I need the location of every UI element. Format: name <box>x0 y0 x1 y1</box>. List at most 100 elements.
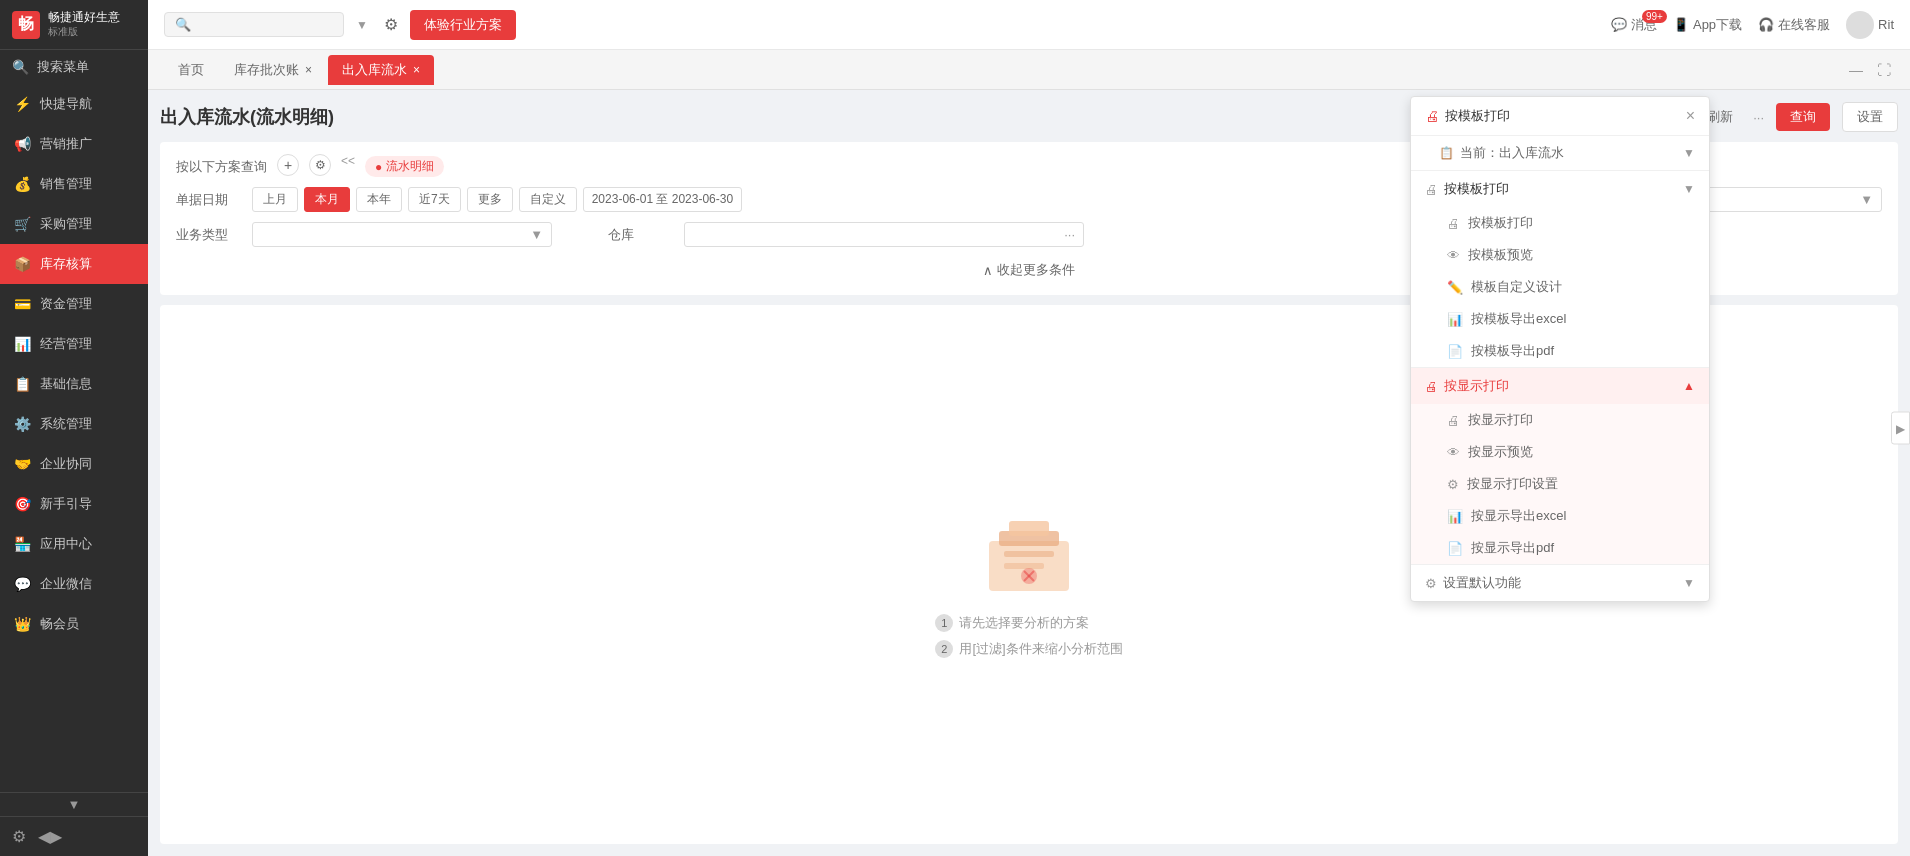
dropdown-header: 🖨 按模板打印 × <box>1411 97 1709 136</box>
sidebar-item-collab[interactable]: 🤝 企业协同 <box>0 444 148 484</box>
filter-date-last-month[interactable]: 上月 <box>252 187 298 212</box>
display-settings-icon: ⚙ <box>1447 477 1459 492</box>
topbar-search-box[interactable]: 🔍 <box>164 12 344 37</box>
tab-flow[interactable]: 出入库流水 × <box>328 55 434 85</box>
topbar-chevron-icon[interactable]: ▼ <box>356 18 368 32</box>
filter-warehouse-field[interactable] <box>693 227 1064 242</box>
tab-batch-account-label: 库存批次账 <box>234 61 299 79</box>
filter-date-more[interactable]: 更多 <box>467 187 513 212</box>
tab-batch-account-close[interactable]: × <box>305 63 312 77</box>
filter-date-this-year[interactable]: 本年 <box>356 187 402 212</box>
tab-home[interactable]: 首页 <box>164 55 218 85</box>
filter-type-chevron: ▼ <box>1860 192 1873 207</box>
template-pdf-item[interactable]: 📄 按模板导出pdf <box>1411 335 1709 367</box>
template-items: 🖨 按模板打印 👁 按模板预览 ✏️ 模板自定义设计 📊 按模板导出excel <box>1411 207 1709 367</box>
print-dropdown-panel: 🖨 按模板打印 × 📋 当前：出入库流水 ▼ 🖨 按模板打印 <box>1410 96 1710 602</box>
trial-button[interactable]: 体验行业方案 <box>410 10 516 40</box>
template-print-label: 按模板打印 <box>1468 214 1533 232</box>
dropdown-current[interactable]: 📋 当前：出入库流水 ▼ <box>1411 136 1709 171</box>
display-excel-item[interactable]: 📊 按显示导出excel <box>1411 500 1709 532</box>
template-section-header[interactable]: 🖨 按模板打印 ▼ <box>1411 171 1709 207</box>
sidebar-item-wechat[interactable]: 💬 企业微信 <box>0 564 148 604</box>
sidebar-item-system[interactable]: ⚙️ 系统管理 <box>0 404 148 444</box>
sidebar-item-sales[interactable]: 💰 销售管理 <box>0 164 148 204</box>
sidebar-search-menu[interactable]: 🔍 搜索菜单 <box>0 50 148 84</box>
topbar-gear-icon[interactable]: ⚙ <box>384 15 398 34</box>
refresh-label: 刷新 <box>1707 108 1733 126</box>
filter-date-7days[interactable]: 近7天 <box>408 187 461 212</box>
operation-icon: 📊 <box>12 334 32 354</box>
online-service-btn[interactable]: 🎧 在线客服 <box>1758 16 1830 34</box>
display-section-header[interactable]: 🖨 按显示打印 ▲ <box>1411 368 1709 404</box>
wechat-icon: 💬 <box>12 574 32 594</box>
template-excel-item[interactable]: 📊 按模板导出excel <box>1411 303 1709 335</box>
settings-icon[interactable]: ⚙ <box>12 827 26 846</box>
display-print-settings-item[interactable]: ⚙ 按显示打印设置 <box>1411 468 1709 500</box>
tip-num-1: 1 <box>935 614 953 632</box>
filter-collapse-btn[interactable]: << <box>341 154 355 168</box>
sidebar-item-quick-nav[interactable]: ⚡ 快捷导航 <box>0 84 148 124</box>
app-download-btn[interactable]: 📱 App下载 <box>1673 16 1742 34</box>
sidebar-item-purchase[interactable]: 🛒 采购管理 <box>0 204 148 244</box>
query-button[interactable]: 查询 <box>1776 103 1830 131</box>
marketing-icon: 📢 <box>12 134 32 154</box>
sidebar-item-basic[interactable]: 📋 基础信息 <box>0 364 148 404</box>
display-print-label: 按显示打印 <box>1468 411 1533 429</box>
settings-button[interactable]: 设置 <box>1842 102 1898 132</box>
side-collapse-btn[interactable]: ▶ <box>1891 412 1910 445</box>
more-actions-icon[interactable]: ··· <box>1753 110 1764 125</box>
expand-icon[interactable]: ◀▶ <box>38 827 62 846</box>
filter-date-custom[interactable]: 自定义 <box>519 187 577 212</box>
window-expand-btn[interactable]: ⛶ <box>1874 60 1894 80</box>
sidebar-item-operation[interactable]: 📊 经营管理 <box>0 324 148 364</box>
search-icon: 🔍 <box>12 59 29 75</box>
filter-warehouse-input[interactable]: ··· <box>684 222 1084 247</box>
message-btn[interactable]: 💬 消息 99+ <box>1611 16 1657 34</box>
page-title: 出入库流水(流水明细) <box>160 105 334 129</box>
sidebar-item-inventory[interactable]: 📦 库存核算 <box>0 244 148 284</box>
display-excel-label: 按显示导出excel <box>1471 507 1566 525</box>
current-label: 当前：出入库流水 <box>1460 144 1564 162</box>
footer-settings-icon: ⚙ <box>1425 576 1437 591</box>
sidebar-logo: 畅 畅捷通好生意 标准版 <box>0 0 148 50</box>
filter-biz-select[interactable]: ▼ <box>252 222 552 247</box>
tab-flow-close[interactable]: × <box>413 63 420 77</box>
collapse-more-label: 收起更多条件 <box>997 261 1075 279</box>
sidebar-item-finance[interactable]: 💳 资金管理 <box>0 284 148 324</box>
sidebar-item-marketing[interactable]: 📢 营销推广 <box>0 124 148 164</box>
filter-date-controls: 上月 本月 本年 近7天 更多 自定义 2023-06-01 至 2023-06… <box>252 187 1450 212</box>
filter-date-range[interactable]: 2023-06-01 至 2023-06-30 <box>583 187 742 212</box>
sidebar-item-label: 基础信息 <box>40 375 92 393</box>
filter-warehouse-more-icon[interactable]: ··· <box>1064 227 1075 242</box>
sidebar-scroll-down[interactable]: ▼ <box>0 792 148 816</box>
display-preview-item[interactable]: 👁 按显示预览 <box>1411 436 1709 468</box>
sidebar-item-label: 新手引导 <box>40 495 92 513</box>
dropdown-close-btn[interactable]: × <box>1686 107 1695 125</box>
collapse-more-btn[interactable]: ∧ 收起更多条件 <box>971 257 1087 283</box>
window-minimize-btn[interactable]: — <box>1846 60 1866 80</box>
tab-batch-account[interactable]: 库存批次账 × <box>220 55 326 85</box>
user-info[interactable]: Rit <box>1846 11 1894 39</box>
dropdown-section-template: 🖨 按模板打印 ▼ 🖨 按模板打印 👁 按模板预览 ✏️ <box>1411 171 1709 368</box>
tip-num-2: 2 <box>935 640 953 658</box>
template-design-item[interactable]: ✏️ 模板自定义设计 <box>1411 271 1709 303</box>
filter-date-this-month[interactable]: 本月 <box>304 187 350 212</box>
filter-add-btn[interactable]: + <box>277 154 299 176</box>
filter-warehouse-label: 仓库 <box>608 226 668 244</box>
quick-nav-icon: ⚡ <box>12 94 32 114</box>
template-print-item[interactable]: 🖨 按模板打印 <box>1411 207 1709 239</box>
filter-settings-btn[interactable]: ⚙ <box>309 154 331 176</box>
display-pdf-item[interactable]: 📄 按显示导出pdf <box>1411 532 1709 564</box>
sidebar-item-member[interactable]: 👑 畅会员 <box>0 604 148 644</box>
dropdown-footer[interactable]: ⚙ 设置默认功能 ▼ <box>1411 565 1709 601</box>
empty-tips: 1 请先选择要分析的方案 2 用[过滤]条件来缩小分析范围 <box>935 614 1122 658</box>
tab-bar: 首页 库存批次账 × 出入库流水 × — ⛶ <box>148 50 1910 90</box>
empty-tip-2: 2 用[过滤]条件来缩小分析范围 <box>935 640 1122 658</box>
display-print-item[interactable]: 🖨 按显示打印 <box>1411 404 1709 436</box>
sidebar-item-appstore[interactable]: 🏪 应用中心 <box>0 524 148 564</box>
template-preview-item[interactable]: 👁 按模板预览 <box>1411 239 1709 271</box>
dropdown-section-display: 🖨 按显示打印 ▲ 🖨 按显示打印 👁 按显示预览 ⚙ <box>1411 368 1709 565</box>
topbar-search-input[interactable] <box>197 17 317 32</box>
sidebar-item-guide[interactable]: 🎯 新手引导 <box>0 484 148 524</box>
current-arrow: ▼ <box>1683 146 1695 160</box>
